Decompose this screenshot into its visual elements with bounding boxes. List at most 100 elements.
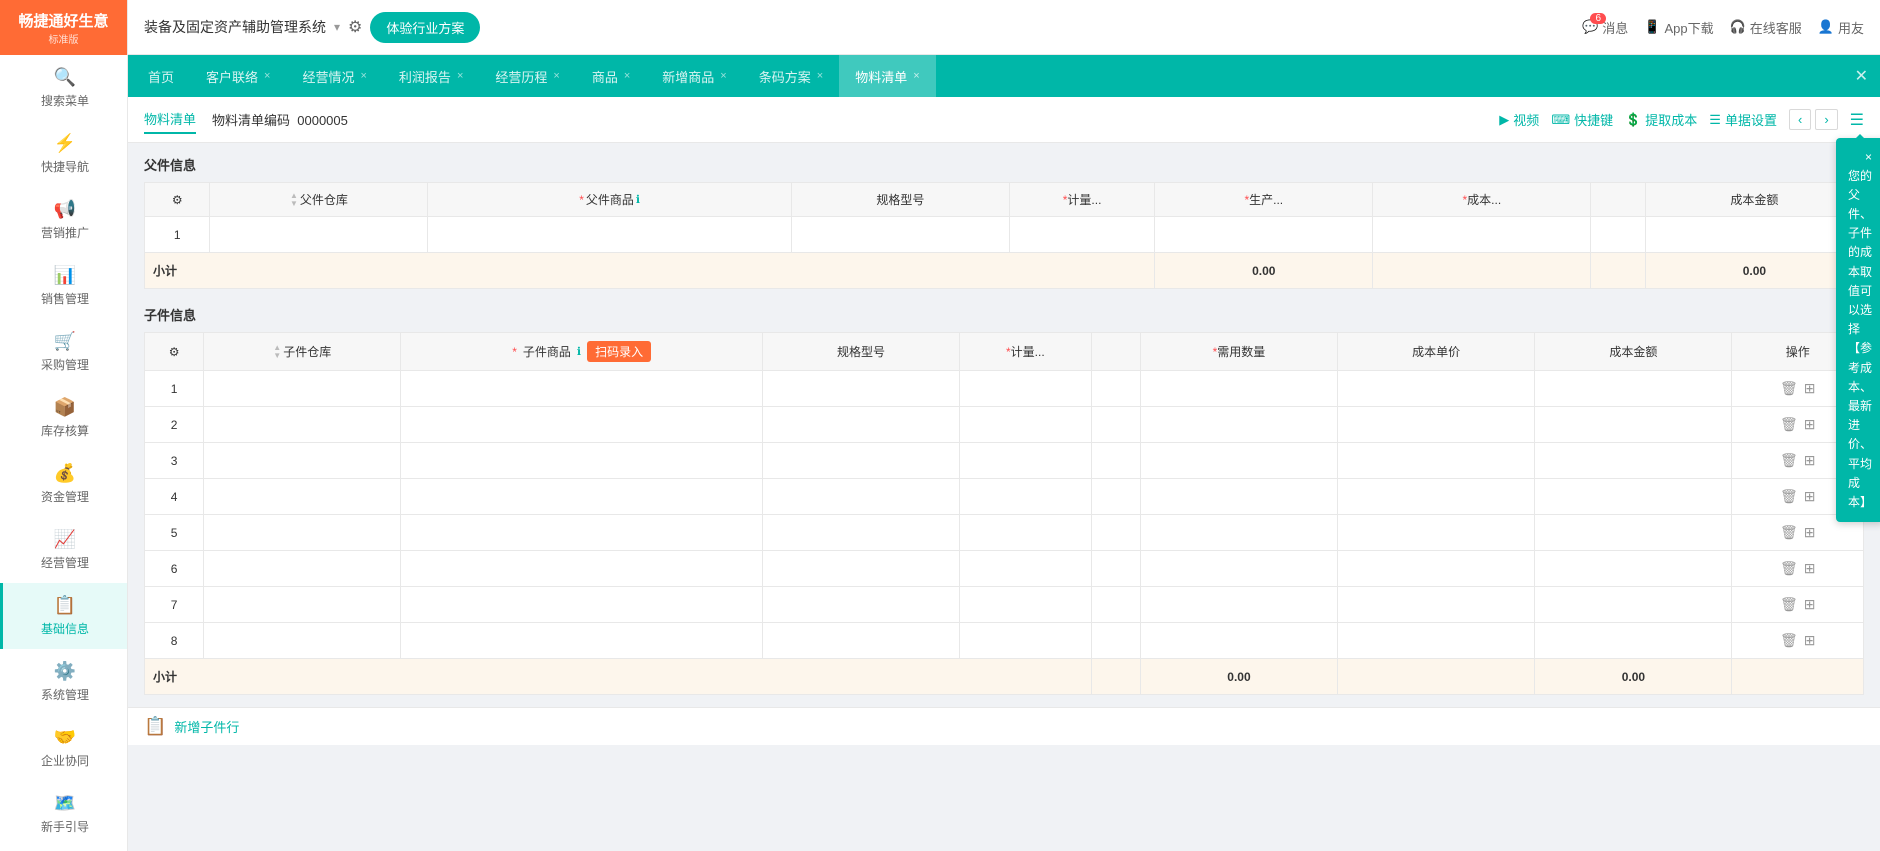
child-row6-unit-price[interactable] [1338,551,1535,587]
child-row8-goods[interactable] [401,623,763,659]
nav-tab-5[interactable]: 商品 × [576,55,646,97]
child-row3-unit[interactable] [960,443,1091,479]
child-row8-warehouse[interactable] [204,623,401,659]
child-row8-unit[interactable] [960,623,1091,659]
action-cost[interactable]: 💲 提取成本 [1625,110,1697,129]
child-row5-warehouse[interactable] [204,515,401,551]
child-row5-delete-icon[interactable]: 🗑 [1780,524,1798,541]
scan-input-btn[interactable]: 扫码录入 [587,341,651,362]
child-row7-unit[interactable] [960,587,1091,623]
nav-tab-close-7[interactable]: × [817,70,823,82]
child-row7-qty[interactable] [1140,587,1337,623]
action-settings[interactable]: ☰ 单据设置 [1709,110,1777,129]
child-row3-copy-icon[interactable]: ⊞ [1804,452,1816,469]
child-row4-delete-icon[interactable]: 🗑 [1780,488,1798,505]
parent-row1-warehouse[interactable] [210,217,428,253]
parent-row1-unit[interactable] [1009,217,1154,253]
child-row5-unit-price[interactable] [1338,515,1535,551]
prev-page-btn[interactable]: ‹ [1789,109,1811,130]
nav-tab-1[interactable]: 客户联络 × [190,55,286,97]
bottom-add-row-btn[interactable]: 新增子件行 [174,717,239,736]
page-tab-bom[interactable]: 物料清单 [144,105,196,134]
child-row7-delete-icon[interactable]: 🗑 [1780,596,1798,613]
child-row5-spec[interactable] [762,515,959,551]
child-row7-copy-icon[interactable]: ⊞ [1804,596,1816,613]
child-row4-unit-price[interactable] [1338,479,1535,515]
child-row8-spec[interactable] [762,623,959,659]
child-settings-gear-icon[interactable]: ⚙ [169,345,180,359]
child-row3-unit-price[interactable] [1338,443,1535,479]
child-row1-unit-price[interactable] [1338,371,1535,407]
user-item[interactable]: 👤 用友 [1818,18,1864,37]
app-download-item[interactable]: 📱 App下载 [1644,18,1713,37]
child-row6-spec[interactable] [762,551,959,587]
child-row3-qty[interactable] [1140,443,1337,479]
tooltip-close-btn[interactable]: × [1865,148,1872,167]
sidebar-item-purchase[interactable]: 🛒采购管理 [0,319,127,385]
message-item[interactable]: 💬 6 消息 [1582,18,1628,37]
child-row7-warehouse[interactable] [204,587,401,623]
child-row1-copy-icon[interactable]: ⊞ [1804,380,1816,397]
nav-tab-close-4[interactable]: × [553,70,559,82]
nav-tab-close-3[interactable]: × [457,70,463,82]
sidebar-item-operations[interactable]: 📈经营管理 [0,517,127,583]
child-row8-qty[interactable] [1140,623,1337,659]
child-row8-delete-icon[interactable]: 🗑 [1780,632,1798,649]
sidebar-item-enterprise[interactable]: 🤝企业协同 [0,715,127,781]
child-row7-unit-price[interactable] [1338,587,1535,623]
nav-tab-close-5[interactable]: × [624,70,630,82]
child-row6-copy-icon[interactable]: ⊞ [1804,560,1816,577]
child-row6-goods[interactable] [401,551,763,587]
child-row4-qty[interactable] [1140,479,1337,515]
nav-tab-7[interactable]: 条码方案 × [743,55,839,97]
nav-tab-close-8[interactable]: × [913,70,919,82]
trial-button[interactable]: 体验行业方案 [370,12,480,43]
child-row2-unit-price[interactable] [1338,407,1535,443]
sidebar-item-guide[interactable]: 🗺️新手引导 [0,781,127,847]
child-row5-goods[interactable] [401,515,763,551]
nav-tab-close-2[interactable]: × [360,70,366,82]
settings-gear-icon[interactable]: ⚙ [172,193,183,207]
gear-icon[interactable]: ⚙ [348,17,362,37]
nav-tab-0[interactable]: 首页 [132,55,190,97]
child-row2-goods[interactable] [401,407,763,443]
child-row6-qty[interactable] [1140,551,1337,587]
child-row2-delete-icon[interactable]: 🗑 [1780,416,1798,433]
child-row6-unit[interactable] [960,551,1091,587]
child-row1-warehouse[interactable] [204,371,401,407]
child-row2-warehouse[interactable] [204,407,401,443]
nav-tab-close-1[interactable]: × [264,70,270,82]
child-row1-qty[interactable] [1140,371,1337,407]
child-row2-unit[interactable] [960,407,1091,443]
child-row1-spec[interactable] [762,371,959,407]
action-shortcut[interactable]: ⌨ 快捷键 [1551,110,1613,129]
child-row4-unit[interactable] [960,479,1091,515]
sidebar-item-search[interactable]: 🔍搜索菜单 [0,55,127,121]
child-row1-goods[interactable] [401,371,763,407]
child-row5-unit[interactable] [960,515,1091,551]
action-view[interactable]: ▶ 视频 [1499,110,1539,129]
child-row5-copy-icon[interactable]: ⊞ [1804,524,1816,541]
child-row6-warehouse[interactable] [204,551,401,587]
sidebar-item-marketing[interactable]: 📢营销推广 [0,187,127,253]
child-row4-spec[interactable] [762,479,959,515]
nav-tab-2[interactable]: 经营情况 × [286,55,382,97]
child-row5-qty[interactable] [1140,515,1337,551]
child-row8-unit-price[interactable] [1338,623,1535,659]
nav-tab-4[interactable]: 经营历程 × [479,55,575,97]
system-dropdown-icon[interactable]: ▾ [334,20,340,34]
child-row4-warehouse[interactable] [204,479,401,515]
child-row4-goods[interactable] [401,479,763,515]
next-page-btn[interactable]: › [1815,109,1837,130]
list-view-icon[interactable]: ☰ [1850,112,1864,129]
sidebar-item-basic-info[interactable]: 📋基础信息 [0,583,127,649]
child-row3-spec[interactable] [762,443,959,479]
parent-row1-spec[interactable] [791,217,1009,253]
child-row2-qty[interactable] [1140,407,1337,443]
sidebar-item-finance[interactable]: 💰资金管理 [0,451,127,517]
parent-row1-goods[interactable] [428,217,791,253]
child-row7-spec[interactable] [762,587,959,623]
child-row2-copy-icon[interactable]: ⊞ [1804,416,1816,433]
nav-tab-close-6[interactable]: × [720,70,726,82]
child-row1-delete-icon[interactable]: 🗑 [1780,380,1798,397]
